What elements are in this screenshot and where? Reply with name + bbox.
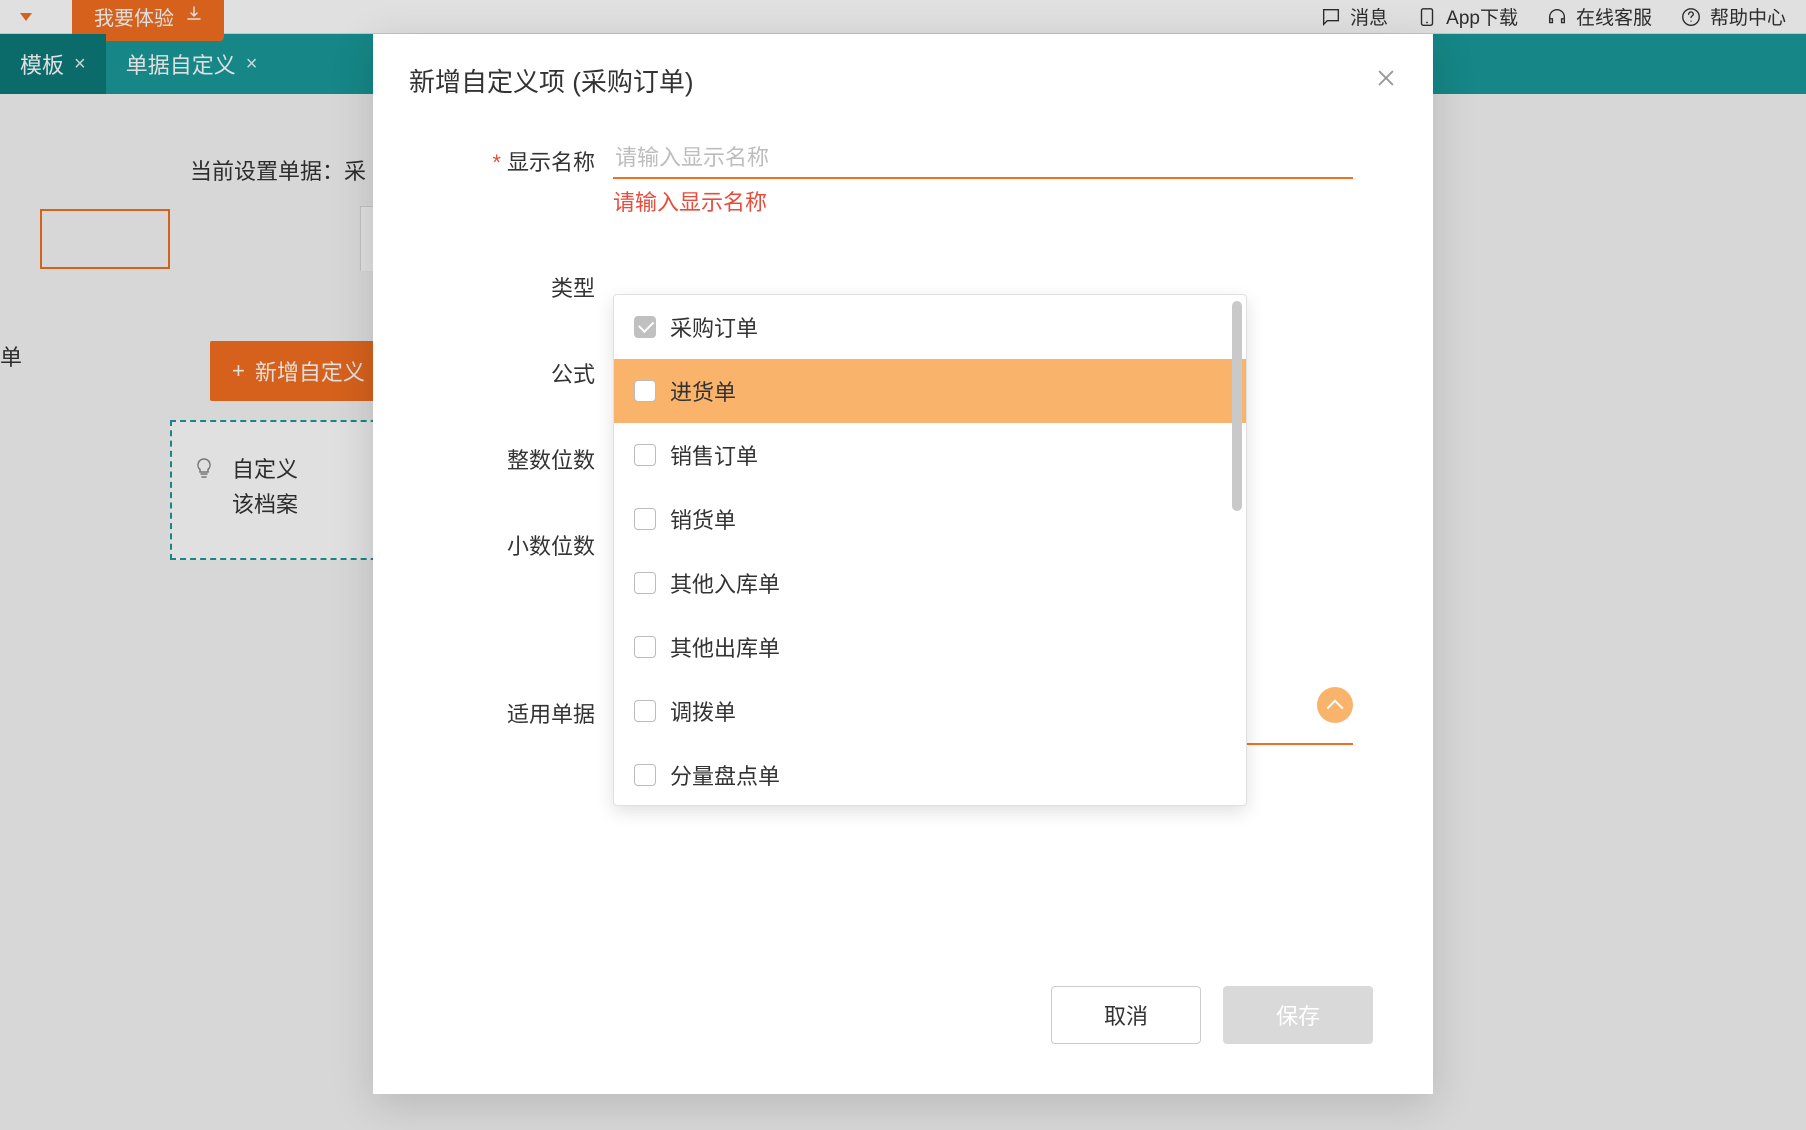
dropdown-option-label: 销售订单: [670, 439, 758, 471]
checkbox-icon[interactable]: [634, 700, 656, 722]
dropdown-option-label: 进货单: [670, 375, 736, 407]
dropdown-option-label: 销货单: [670, 503, 736, 535]
checkbox-icon[interactable]: [634, 636, 656, 658]
checkbox-icon[interactable]: [634, 764, 656, 786]
label-type: 类型: [453, 265, 613, 303]
dropdown-option[interactable]: 其他入库单: [614, 551, 1246, 615]
dropdown-option-label: 其他入库单: [670, 567, 780, 599]
label-int-digits: 整数位数: [453, 437, 613, 475]
display-name-error: 请输入显示名称: [613, 185, 1353, 217]
modal-footer: 取消 保存: [373, 956, 1433, 1094]
display-name-input[interactable]: [613, 139, 1353, 179]
modal-header: 新增自定义项 (采购订单): [373, 34, 1433, 99]
save-button-label: 保存: [1276, 999, 1320, 1031]
dropdown-option[interactable]: 进货单: [614, 359, 1246, 423]
label-applicable: 适用单据: [453, 691, 613, 729]
dropdown-option[interactable]: 其他出库单: [614, 615, 1246, 679]
modal-title: 新增自定义项 (采购订单): [409, 62, 694, 99]
dropdown-option[interactable]: 分量盘点单: [614, 743, 1246, 805]
modal-overlay: 新增自定义项 (采购订单) *显示名称 请输入显示名称 类型 公式: [0, 0, 1806, 1130]
dropdown-option-label: 调拨单: [670, 695, 736, 727]
scrollbar-thumb[interactable]: [1232, 301, 1242, 511]
save-button[interactable]: 保存: [1223, 986, 1373, 1044]
row-display-name: *显示名称 请输入显示名称: [453, 139, 1353, 217]
dropdown-option[interactable]: 销货单: [614, 487, 1246, 551]
label-display-name: *显示名称: [453, 139, 613, 177]
close-icon[interactable]: [1375, 65, 1397, 96]
dropdown-option[interactable]: 调拨单: [614, 679, 1246, 743]
add-custom-item-modal: 新增自定义项 (采购订单) *显示名称 请输入显示名称 类型 公式: [373, 34, 1433, 1094]
label-dec-digits: 小数位数: [453, 523, 613, 561]
checkbox-icon[interactable]: [634, 508, 656, 530]
dropdown-option-label: 分量盘点单: [670, 759, 780, 791]
checkbox-icon[interactable]: [634, 444, 656, 466]
chevron-up-icon[interactable]: [1317, 687, 1353, 723]
checkbox-icon[interactable]: [634, 380, 656, 402]
applicable-dropdown: 采购订单进货单销售订单销货单其他入库单其他出库单调拨单分量盘点单: [613, 294, 1247, 806]
checkbox-icon[interactable]: [634, 572, 656, 594]
dropdown-option[interactable]: 采购订单: [614, 295, 1246, 359]
checkbox-icon[interactable]: [634, 316, 656, 338]
cancel-button-label: 取消: [1104, 999, 1148, 1031]
cancel-button[interactable]: 取消: [1051, 986, 1201, 1044]
dropdown-option-label: 其他出库单: [670, 631, 780, 663]
label-formula: 公式: [453, 351, 613, 389]
dropdown-option[interactable]: 销售订单: [614, 423, 1246, 487]
dropdown-option-label: 采购订单: [670, 311, 758, 343]
